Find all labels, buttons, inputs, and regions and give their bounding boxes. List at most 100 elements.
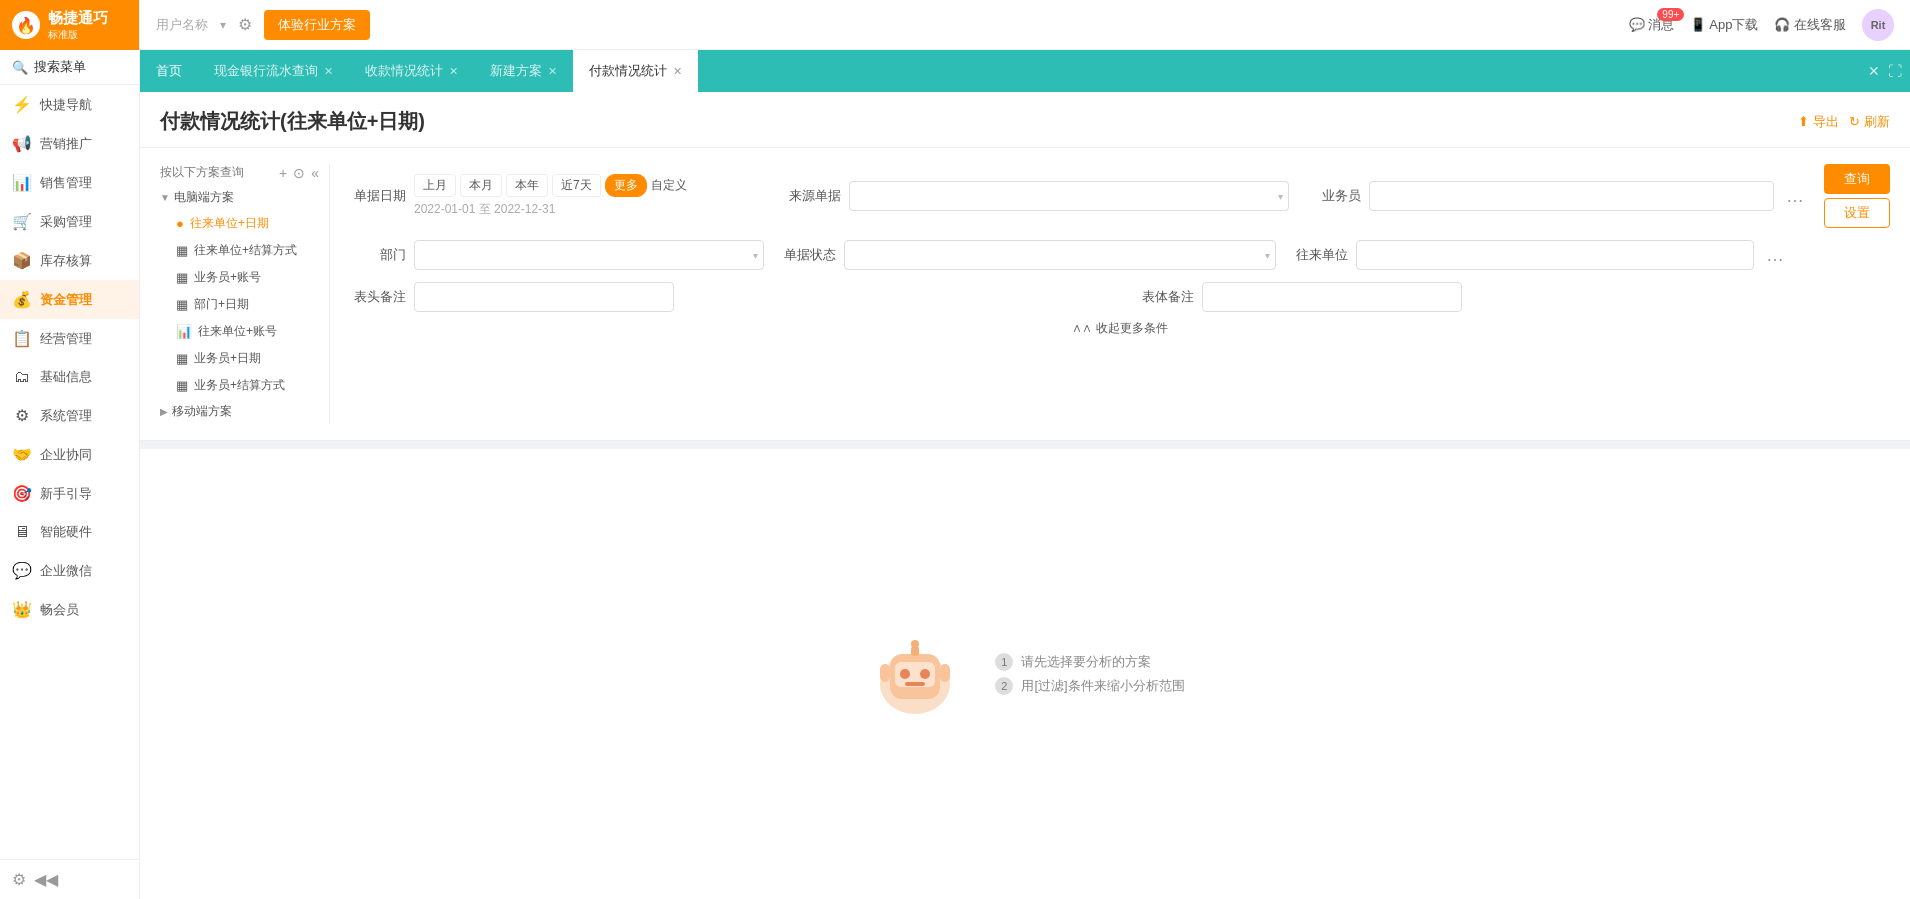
payment-stats-tab-close[interactable]: ✕ <box>673 65 682 78</box>
sidebar-item-hardware[interactable]: 🖥 智能硬件 <box>0 513 139 551</box>
cash-flow-tab-close[interactable]: ✕ <box>324 65 333 78</box>
body-note-field: 表体备注 <box>1138 282 1890 312</box>
tab-cash-flow[interactable]: 现金银行流水查询 ✕ <box>198 50 349 92</box>
scheme-item-dept-date[interactable]: ▦ 部门+日期 <box>170 291 319 318</box>
tab-close-all-icon[interactable]: ✕ <box>1868 63 1880 79</box>
collapse-more-button[interactable]: ∧∧ 收起更多条件 <box>350 312 1890 345</box>
scheme-panel-title: 按以下方案查询 <box>160 164 244 181</box>
date-this-year[interactable]: 本年 <box>506 174 548 197</box>
sales-icon: 📊 <box>12 173 32 192</box>
wechat-icon: 💬 <box>12 561 32 580</box>
sidebar-item-inventory[interactable]: 📦 库存核算 <box>0 241 139 280</box>
topbar-settings-icon[interactable]: ⚙ <box>238 15 252 34</box>
refresh-button[interactable]: ↻ 刷新 <box>1849 113 1890 131</box>
sidebar-item-basic[interactable]: 🗂 基础信息 <box>0 358 139 396</box>
chevron-up-icon: ∧∧ <box>1072 321 1092 335</box>
tab-payment-stats[interactable]: 付款情况统计 ✕ <box>573 50 698 92</box>
receipt-stats-tab-close[interactable]: ✕ <box>449 65 458 78</box>
footer-collapse-icon[interactable]: ◀◀ <box>34 870 58 889</box>
doc-status-select[interactable]: ▾ <box>844 240 1276 270</box>
scheme-group-mobile-title[interactable]: ▶ 移动端方案 <box>160 403 319 420</box>
staff-input[interactable] <box>1369 181 1774 211</box>
scheme-active-icon: ● <box>176 216 184 231</box>
scheme-label: 往来单位+账号 <box>198 323 277 340</box>
new-scheme-tab-close[interactable]: ✕ <box>548 65 557 78</box>
scheme-item-staff-account[interactable]: ▦ 业务员+账号 <box>170 264 319 291</box>
sidebar-item-capital[interactable]: 💰 资金管理 <box>0 280 139 319</box>
app-subtitle: 标准版 <box>48 28 108 42</box>
tab-home[interactable]: 首页 <box>140 50 198 92</box>
message-button[interactable]: 💬 消息 99+ <box>1629 16 1675 34</box>
header-note-input[interactable] <box>414 282 674 312</box>
scheme-item-unit-account[interactable]: 📊 往来单位+账号 <box>170 318 319 345</box>
app-download-button[interactable]: 📱 App下载 <box>1690 16 1758 34</box>
partner-more-icon[interactable]: … <box>1762 245 1788 266</box>
partner-field: 往来单位 … <box>1292 240 1788 270</box>
sidebar-item-purchase[interactable]: 🛒 采购管理 <box>0 202 139 241</box>
sidebar-item-sales[interactable]: 📊 销售管理 <box>0 163 139 202</box>
basic-icon: 🗂 <box>12 368 32 386</box>
body-note-input[interactable] <box>1202 282 1462 312</box>
page-title: 付款情况统计(往来单位+日期) <box>160 108 425 135</box>
date-custom[interactable]: 自定义 <box>651 177 687 194</box>
sidebar-item-label: 快捷导航 <box>40 96 92 114</box>
scheme-item-unit-settle[interactable]: ▦ 往来单位+结算方式 <box>170 237 319 264</box>
scheme-item-staff-date[interactable]: ▦ 业务员+日期 <box>170 345 319 372</box>
tab-expand-icon[interactable]: ⛶ <box>1888 63 1902 79</box>
home-tab-label: 首页 <box>156 62 182 80</box>
header-note-label: 表头备注 <box>350 288 406 306</box>
online-service-button[interactable]: 🎧 在线客服 <box>1774 16 1846 34</box>
sidebar-item-member[interactable]: 👑 畅会员 <box>0 590 139 629</box>
filter-main: 单据日期 上月 本月 本年 近7天 更多 自定义 <box>330 164 1890 424</box>
scheme-item-unit-date[interactable]: ● 往来单位+日期 <box>170 210 319 237</box>
tab-new-scheme[interactable]: 新建方案 ✕ <box>474 50 573 92</box>
svg-rect-8 <box>880 664 890 682</box>
filter-section: 按以下方案查询 + ⊙ « ▼ 电脑端方案 <box>140 148 1910 441</box>
partner-label: 往来单位 <box>1292 246 1348 264</box>
date-last-month[interactable]: 上月 <box>414 174 456 197</box>
hardware-icon: 🖥 <box>12 523 32 541</box>
date-field: 单据日期 上月 本月 本年 近7天 更多 自定义 <box>350 174 769 218</box>
staff-label: 业务员 <box>1305 187 1361 205</box>
scheme-group-mobile: ▶ 移动端方案 <box>160 403 319 420</box>
date-last-7-days[interactable]: 近7天 <box>552 174 601 197</box>
date-this-month[interactable]: 本月 <box>460 174 502 197</box>
sidebar-item-system[interactable]: ⚙ 系统管理 <box>0 396 139 435</box>
user-avatar[interactable]: Rit <box>1862 9 1894 41</box>
search-menu[interactable]: 🔍 搜索菜单 <box>0 50 139 85</box>
scheme-settings-icon[interactable]: ⊙ <box>293 165 305 181</box>
main-area: 用户名称 ▾ ⚙ 体验行业方案 💬 消息 99+ 📱 App下载 🎧 在线客服 … <box>140 0 1910 899</box>
sidebar-item-label: 资金管理 <box>40 291 92 309</box>
sidebar-item-quick-nav[interactable]: ⚡ 快捷导航 <box>0 85 139 124</box>
scheme-grid-icon: ▦ <box>176 351 188 366</box>
partner-input[interactable] <box>1356 240 1754 270</box>
refresh-icon: ↻ <box>1849 114 1860 129</box>
scheme-collapse-icon[interactable]: « <box>311 165 319 181</box>
add-scheme-button[interactable]: + <box>279 165 287 181</box>
sidebar-item-operation[interactable]: 📋 经营管理 <box>0 319 139 358</box>
tab-receipt-stats[interactable]: 收款情况统计 ✕ <box>349 50 474 92</box>
scheme-label: 业务员+日期 <box>194 350 261 367</box>
source-select[interactable]: ▾ <box>849 181 1288 211</box>
date-more[interactable]: 更多 <box>605 174 647 197</box>
sidebar-item-marketing[interactable]: 📢 营销推广 <box>0 124 139 163</box>
topbar-dropdown-icon[interactable]: ▾ <box>220 18 226 32</box>
settings-button[interactable]: 设置 <box>1824 198 1890 228</box>
export-button[interactable]: ⬆ 导出 <box>1798 113 1839 131</box>
query-button[interactable]: 查询 <box>1824 164 1890 194</box>
page-header: 付款情况统计(往来单位+日期) ⬆ 导出 ↻ 刷新 <box>140 92 1910 148</box>
trial-button[interactable]: 体验行业方案 <box>264 10 370 40</box>
inventory-icon: 📦 <box>12 251 32 270</box>
sidebar-item-guide[interactable]: 🎯 新手引导 <box>0 474 139 513</box>
source-label: 来源单据 <box>785 187 841 205</box>
staff-more-icon[interactable]: … <box>1782 186 1808 207</box>
sidebar-item-wechat[interactable]: 💬 企业微信 <box>0 551 139 590</box>
scheme-group-pc-title[interactable]: ▼ 电脑端方案 <box>160 189 319 206</box>
footer-settings-icon[interactable]: ⚙ <box>12 870 26 889</box>
dept-select[interactable]: ▾ <box>414 240 764 270</box>
sidebar-item-coop[interactable]: 🤝 企业协同 <box>0 435 139 474</box>
sidebar-item-label: 库存核算 <box>40 252 92 270</box>
scheme-item-staff-settle[interactable]: ▦ 业务员+结算方式 <box>170 372 319 399</box>
capital-icon: 💰 <box>12 290 32 309</box>
export-label: 导出 <box>1813 113 1839 131</box>
